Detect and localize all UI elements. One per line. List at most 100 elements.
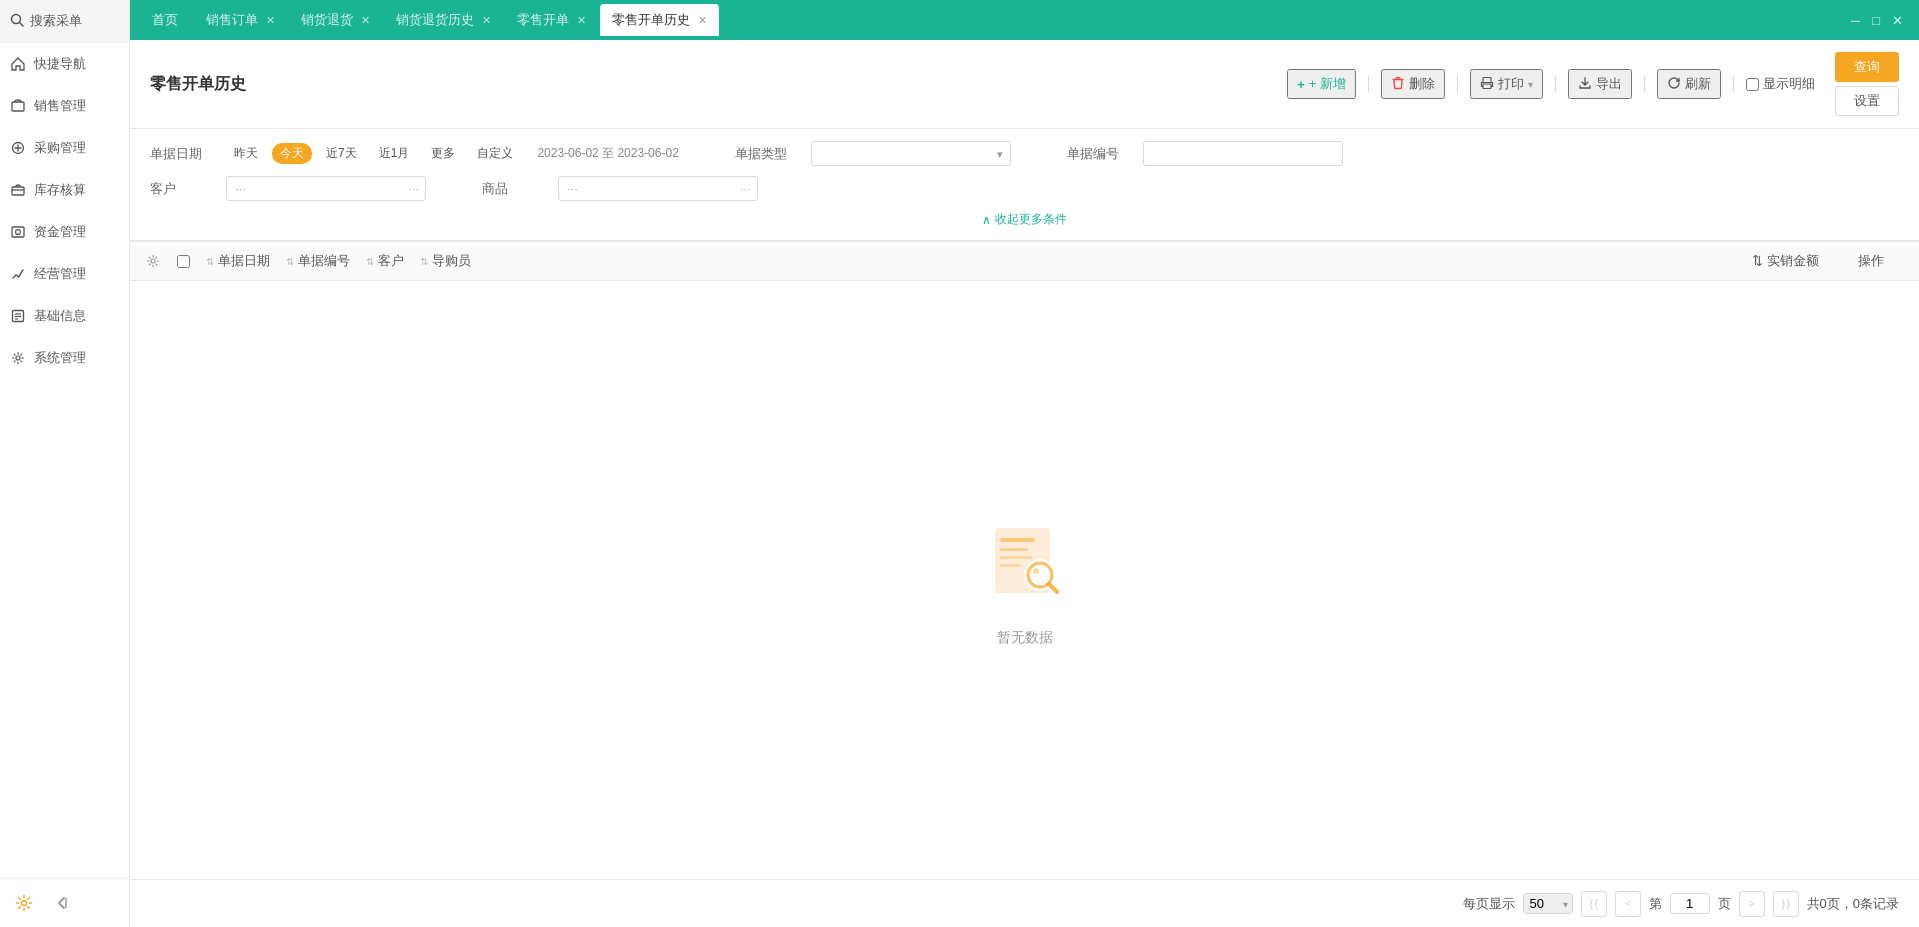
sort-up-icon: ⇅	[366, 256, 374, 267]
customer-input[interactable]: ···	[226, 176, 426, 201]
tab-sales-order[interactable]: 销售订单 ✕	[194, 4, 287, 36]
date-more[interactable]: 更多	[423, 143, 463, 164]
display-detail-input[interactable]	[1746, 78, 1759, 91]
svg-point-28	[1033, 568, 1039, 574]
refresh-button[interactable]: 刷新	[1657, 69, 1721, 99]
number-input[interactable]	[1143, 141, 1343, 166]
last-page-btn[interactable]: ⟩⟩	[1773, 891, 1799, 917]
page-suffix: 页	[1718, 895, 1731, 913]
restore-btn[interactable]: □	[1872, 13, 1880, 28]
sidebar-item-operations[interactable]: 经营管理	[0, 253, 129, 295]
svg-line-27	[1049, 584, 1057, 592]
empty-text: 暂无数据	[997, 629, 1053, 647]
sidebar-item-label: 系统管理	[34, 349, 86, 367]
col-customer-label: 客户	[378, 252, 404, 270]
page-input[interactable]	[1670, 893, 1710, 914]
th-settings-icon[interactable]	[138, 254, 168, 268]
tab-close-icon[interactable]: ✕	[361, 15, 370, 26]
tab-sales-return[interactable]: 销货退货 ✕	[289, 4, 382, 36]
tab-retail-open-history[interactable]: 零售开单历史 ✕	[600, 4, 719, 36]
number-filter-label: 单据编号	[1067, 145, 1127, 163]
prev-page-btn[interactable]: ＜	[1615, 891, 1641, 917]
th-action: 操作	[1831, 252, 1911, 270]
sidebar-search[interactable]: 搜索采单	[0, 0, 129, 43]
empty-state: 暂无数据	[130, 281, 1919, 879]
window-controls: ─ □ ✕	[1851, 13, 1911, 28]
finance-icon	[10, 224, 26, 240]
print-dropdown-icon[interactable]: ▾	[1528, 79, 1533, 90]
col-number-label: 单据编号	[298, 252, 350, 270]
date-range-display: 2023-06-02 至 2023-06-02	[537, 145, 678, 162]
inventory-icon	[10, 182, 26, 198]
date-1month[interactable]: 近1月	[371, 143, 418, 164]
filter-row-date: 单据日期 昨天 今天 近7天 近1月 更多 自定义 2023-06-02 至 2…	[150, 141, 1899, 166]
tab-retail-open[interactable]: 零售开单 ✕	[505, 4, 598, 36]
sidebar-item-inventory[interactable]: 库存核算	[0, 169, 129, 211]
goods-input[interactable]: ···	[558, 176, 758, 201]
next-page-btn[interactable]: ＞	[1739, 891, 1765, 917]
per-page-select[interactable]: 10 20 50 100	[1523, 893, 1573, 914]
collapse-bar[interactable]: ∧ 收起更多条件	[150, 211, 1899, 228]
close-btn[interactable]: ✕	[1892, 13, 1903, 28]
page-label: 第	[1649, 895, 1662, 913]
date-yesterday[interactable]: 昨天	[226, 143, 266, 164]
th-customer[interactable]: ⇅ 客户	[358, 252, 412, 270]
tab-close-icon[interactable]: ✕	[266, 15, 275, 26]
divider	[1457, 76, 1458, 92]
display-detail-label: 显示明细	[1763, 75, 1815, 93]
date-shortcuts: 昨天 今天 近7天 近1月 更多 自定义	[226, 143, 521, 164]
date-today[interactable]: 今天	[272, 143, 312, 164]
collapse-sidebar-icon[interactable]	[48, 889, 76, 917]
col-guide-label: 导购员	[432, 252, 471, 270]
search-icon	[10, 13, 24, 30]
tab-sales-return-label: 销货退货	[301, 11, 353, 29]
th-date[interactable]: ⇅ 单据日期	[198, 252, 278, 270]
select-all-checkbox[interactable]	[177, 255, 190, 268]
svg-line-1	[20, 22, 24, 26]
sidebar-item-label: 库存核算	[34, 181, 86, 199]
type-select[interactable]	[811, 141, 1011, 166]
svg-rect-4	[12, 187, 24, 195]
date-custom[interactable]: 自定义	[469, 143, 521, 164]
th-guide[interactable]: ⇅ 导购员	[412, 252, 479, 270]
sidebar-item-purchase[interactable]: 采购管理	[0, 127, 129, 169]
query-button[interactable]: 查询	[1835, 52, 1899, 82]
th-checkbox[interactable]	[168, 255, 198, 268]
type-select-wrapper[interactable]	[811, 141, 1011, 166]
sidebar-item-sys-mgmt[interactable]: 系统管理	[0, 337, 129, 379]
per-page-select-wrapper[interactable]: 10 20 50 100	[1523, 893, 1573, 914]
svg-rect-17	[1483, 77, 1491, 82]
per-page-label: 每页显示	[1463, 895, 1515, 913]
print-button[interactable]: 打印 ▾	[1470, 69, 1543, 99]
first-page-btn[interactable]: ⟨⟨	[1581, 891, 1607, 917]
sidebar-item-sales[interactable]: 销售管理	[0, 85, 129, 127]
th-amount[interactable]: ⇅ 实销金额	[1711, 252, 1831, 270]
sidebar-item-label: 快捷导航	[34, 55, 86, 73]
minimize-btn[interactable]: ─	[1851, 13, 1860, 28]
settings-bottom-icon[interactable]	[10, 889, 38, 917]
settings-button[interactable]: 设置	[1835, 86, 1899, 116]
col-action-label: 操作	[1858, 253, 1884, 268]
total-text: 共0页，0条记录	[1807, 895, 1899, 913]
sys-icon	[10, 350, 26, 366]
tab-home[interactable]: 首页	[138, 4, 192, 36]
sidebar-item-quick-nav[interactable]: 快捷导航	[0, 43, 129, 85]
add-button[interactable]: + + 新增	[1287, 69, 1356, 99]
tab-sales-return-history[interactable]: 销货退货历史 ✕	[384, 4, 503, 36]
type-filter-label: 单据类型	[735, 145, 795, 163]
export-button[interactable]: 导出	[1568, 69, 1632, 99]
purchase-icon	[10, 140, 26, 156]
delete-button[interactable]: 删除	[1381, 69, 1445, 99]
tab-close-icon[interactable]: ✕	[577, 15, 586, 26]
date-7days[interactable]: 近7天	[318, 143, 365, 164]
svg-point-15	[22, 901, 27, 906]
display-detail-checkbox[interactable]: 显示明细	[1746, 75, 1815, 93]
svg-rect-6	[12, 227, 24, 237]
th-number[interactable]: ⇅ 单据编号	[278, 252, 358, 270]
tab-close-icon[interactable]: ✕	[698, 15, 707, 26]
sidebar-item-finance[interactable]: 资金管理	[0, 211, 129, 253]
tab-close-icon[interactable]: ✕	[482, 15, 491, 26]
sidebar-item-label: 销售管理	[34, 97, 86, 115]
divider	[1644, 76, 1645, 92]
sidebar-item-basic-info[interactable]: 基础信息	[0, 295, 129, 337]
